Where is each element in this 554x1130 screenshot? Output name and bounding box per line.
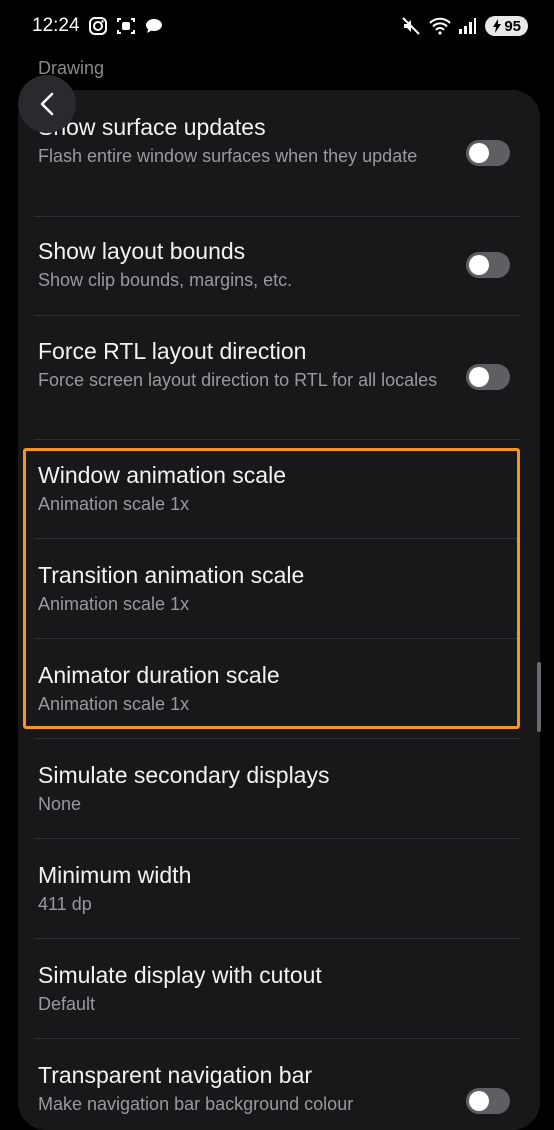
setting-title: Window animation scale: [38, 462, 287, 488]
setting-title: Simulate display with cutout: [38, 962, 322, 988]
instagram-icon: [88, 16, 108, 36]
setting-text: Show layout bounds Show clip bounds, mar…: [38, 236, 438, 292]
setting-animator-duration-scale[interactable]: Animator duration scale Animation scale …: [38, 660, 520, 716]
toggle-switch[interactable]: [466, 364, 510, 390]
setting-transition-animation-scale[interactable]: Transition animation scale Animation sca…: [38, 560, 520, 616]
setting-title: Animator duration scale: [38, 662, 280, 688]
setting-text: Show surface updates Flash entire window…: [38, 112, 438, 168]
setting-show-surface-updates[interactable]: Show surface updates Flash entire window…: [38, 112, 520, 168]
setting-title: Transition animation scale: [38, 562, 305, 588]
setting-title: Show surface updates: [38, 114, 266, 140]
divider: [34, 538, 520, 539]
setting-subtitle: Animation scale 1x: [38, 494, 190, 514]
setting-title: Force RTL layout direction: [38, 338, 307, 364]
setting-subtitle: Make navigation bar background colour: [38, 1094, 354, 1114]
setting-simulate-secondary-displays[interactable]: Simulate secondary displays None: [38, 760, 520, 816]
setting-subtitle: 411 dp: [38, 894, 92, 914]
setting-subtitle: Default: [38, 994, 96, 1014]
setting-show-layout-bounds[interactable]: Show layout bounds Show clip bounds, mar…: [38, 236, 520, 292]
setting-title: Simulate secondary displays: [38, 762, 330, 788]
setting-subtitle: Animation scale 1x: [38, 694, 190, 714]
divider: [34, 738, 520, 739]
setting-window-animation-scale[interactable]: Window animation scale Animation scale 1…: [38, 460, 520, 516]
status-bar-right: 95: [401, 16, 528, 36]
setting-transparent-navigation-bar[interactable]: Transparent navigation bar Make navigati…: [38, 1060, 520, 1116]
chat-bubble-icon: [144, 16, 164, 36]
battery-level: 95: [504, 17, 521, 35]
setting-subtitle: Animation scale 1x: [38, 594, 190, 614]
divider: [34, 838, 520, 839]
status-bar-left: 12:24: [32, 15, 164, 37]
divider: [34, 216, 520, 217]
signal-icon: [457, 16, 477, 36]
mute-icon: [401, 16, 421, 36]
toggle-knob: [469, 255, 489, 275]
toggle-switch[interactable]: [466, 1088, 510, 1114]
setting-title: Minimum width: [38, 862, 192, 888]
wifi-icon: [429, 16, 452, 36]
setting-subtitle: None: [38, 794, 82, 814]
toggle-knob: [469, 1091, 489, 1111]
setting-simulate-display-cutout[interactable]: Simulate display with cutout Default: [38, 960, 520, 1016]
scrollbar[interactable]: [537, 662, 541, 732]
divider: [34, 638, 520, 639]
back-button[interactable]: [18, 75, 76, 133]
battery-icon: 95: [485, 16, 528, 36]
divider: [34, 1038, 520, 1039]
setting-minimum-width[interactable]: Minimum width 411 dp: [38, 860, 520, 916]
divider: [34, 938, 520, 939]
setting-title: Show layout bounds: [38, 238, 246, 264]
toggle-knob: [469, 143, 489, 163]
status-bar: 12:24 95: [0, 0, 554, 52]
setting-text: Force RTL layout direction Force screen …: [38, 336, 438, 392]
screen-record-icon: [116, 16, 136, 36]
settings-panel: Show surface updates Flash entire window…: [18, 90, 540, 1130]
toggle-knob: [469, 367, 489, 387]
setting-subtitle: Show clip bounds, margins, etc.: [38, 270, 293, 290]
toggle-switch[interactable]: [466, 252, 510, 278]
setting-subtitle: Force screen layout direction to RTL for…: [38, 370, 438, 390]
toggle-switch[interactable]: [466, 140, 510, 166]
setting-force-rtl[interactable]: Force RTL layout direction Force screen …: [38, 336, 520, 392]
divider: [34, 439, 520, 440]
clock: 12:24: [32, 15, 80, 36]
setting-text: Transparent navigation bar Make navigati…: [38, 1060, 438, 1116]
divider: [34, 315, 520, 316]
chevron-left-icon: [40, 92, 54, 116]
setting-title: Transparent navigation bar: [38, 1062, 313, 1088]
setting-subtitle: Flash entire window surfaces when they u…: [38, 146, 418, 166]
